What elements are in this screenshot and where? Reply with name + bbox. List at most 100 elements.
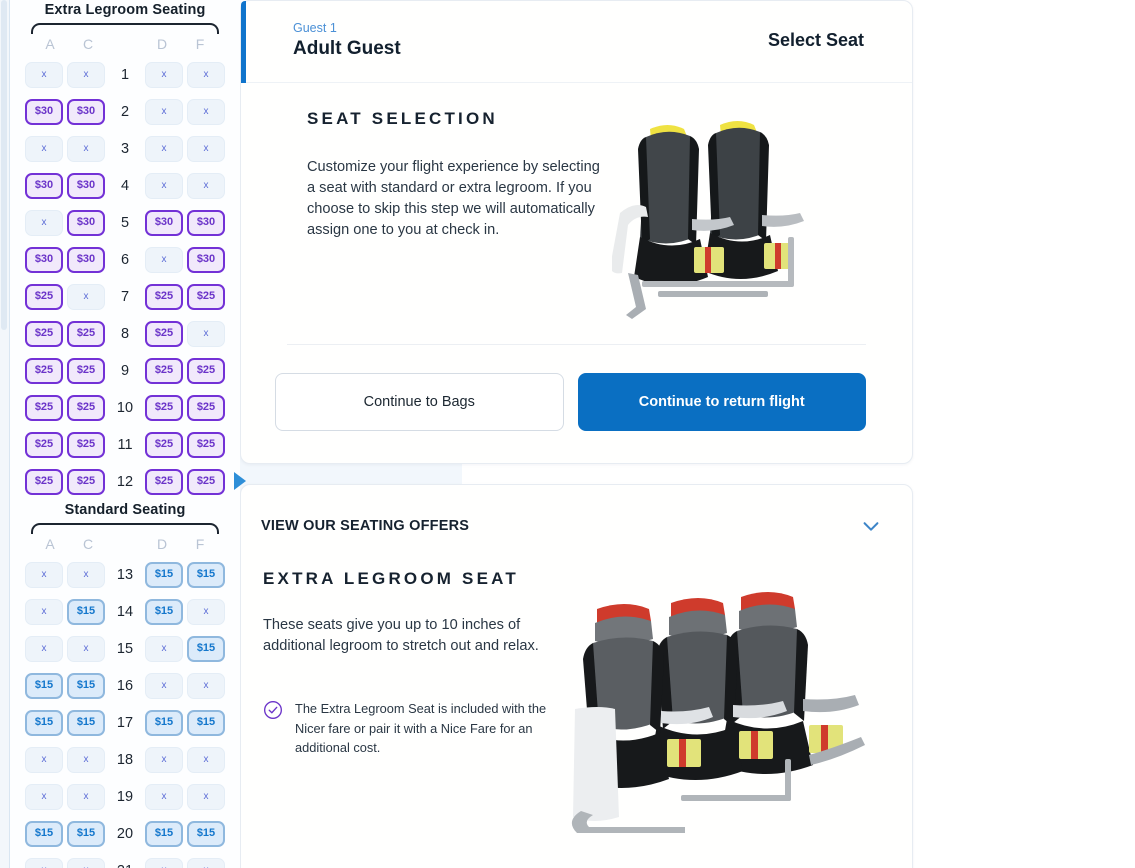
seat-unavailable: x xyxy=(187,320,225,347)
seat-available[interactable]: $30 xyxy=(67,98,105,125)
seat-available[interactable]: $30 xyxy=(145,209,183,236)
seat-unavailable: x xyxy=(67,635,105,662)
seat-available[interactable]: $15 xyxy=(187,635,225,662)
seat-available[interactable]: $25 xyxy=(187,431,225,458)
seat-row: $30 $30 2 x x xyxy=(10,93,240,130)
seat-available[interactable]: $15 xyxy=(145,709,183,736)
seat-available[interactable]: $15 xyxy=(145,598,183,625)
seat-available[interactable]: $25 xyxy=(145,468,183,495)
seat-available[interactable]: $15 xyxy=(25,709,63,736)
seat-available[interactable]: $30 xyxy=(25,246,63,273)
continue-to-return-flight-button[interactable]: Continue to return flight xyxy=(577,373,866,431)
seat-available[interactable]: $25 xyxy=(145,283,183,310)
row-number: 20 xyxy=(116,825,134,842)
seat-available[interactable]: $25 xyxy=(187,468,225,495)
seat-selection-text: SEAT SELECTION Customize your flight exp… xyxy=(307,103,607,320)
standard-seat-image xyxy=(563,569,912,839)
seat-available[interactable]: $15 xyxy=(67,598,105,625)
seat-unavailable: x xyxy=(187,598,225,625)
seat-row: xx1xx xyxy=(10,56,240,93)
seat-section-bracket xyxy=(31,523,219,534)
seat-unavailable: x xyxy=(25,783,63,810)
seat-available[interactable]: $25 xyxy=(25,431,63,458)
select-seat-button[interactable]: Select Seat xyxy=(768,30,864,51)
seat-unavailable: x xyxy=(187,857,225,868)
seat-available[interactable]: $30 xyxy=(67,209,105,236)
seat-available[interactable]: $25 xyxy=(187,357,225,384)
seat-available[interactable]: $30 xyxy=(25,172,63,199)
row-number: 9 xyxy=(120,362,130,379)
seat-available[interactable]: $15 xyxy=(67,709,105,736)
seat-available[interactable]: $15 xyxy=(187,820,225,847)
seat-available[interactable]: $25 xyxy=(145,431,183,458)
seat-available[interactable]: $25 xyxy=(187,394,225,421)
seat-unavailable: x xyxy=(25,598,63,625)
seat-available[interactable]: $15 xyxy=(187,561,225,588)
seat-row: x $15 14 $15 x xyxy=(10,593,240,630)
offer-text: EXTRA LEGROOM SEAT These seats give you … xyxy=(263,569,563,839)
seat-available[interactable]: $15 xyxy=(25,820,63,847)
seat-available[interactable]: $15 xyxy=(187,709,225,736)
seat-available[interactable]: $15 xyxy=(145,561,183,588)
extra-legroom-seat-pair-photo xyxy=(611,121,804,319)
row-number: 14 xyxy=(116,603,134,620)
row-number: 5 xyxy=(120,214,130,231)
extra-legroom-offer: EXTRA LEGROOM SEAT These seats give you … xyxy=(241,537,912,839)
seat-section-title: Extra Legroom Seating xyxy=(44,2,206,18)
row-number: 4 xyxy=(120,177,130,194)
seat-row: $25 $25 9 $25 $25 xyxy=(10,352,240,389)
seat-selection-card: Guest 1 Adult Guest Select Seat SEAT SEL… xyxy=(240,0,913,464)
seat-available[interactable]: $30 xyxy=(187,209,225,236)
seat-available[interactable]: $25 xyxy=(145,357,183,384)
seat-unavailable: x xyxy=(67,783,105,810)
seat-row: $25 $25 10 $25 $25 xyxy=(10,389,240,426)
seat-unavailable: x xyxy=(25,61,63,88)
seat-row: $15 $15 20 $15 $15 xyxy=(10,815,240,852)
page-scrollbar[interactable] xyxy=(0,0,9,868)
seat-selection-body: SEAT SELECTION Customize your flight exp… xyxy=(241,83,912,320)
seat-pair-image xyxy=(607,103,866,320)
seat-unavailable: x xyxy=(67,61,105,88)
seat-available[interactable]: $30 xyxy=(25,98,63,125)
seat-available[interactable]: $25 xyxy=(187,283,225,310)
row-number: 10 xyxy=(116,399,134,416)
seat-available[interactable]: $25 xyxy=(145,394,183,421)
row-number: 2 xyxy=(120,103,130,120)
seat-row: xx21xx xyxy=(10,852,240,868)
seat-available[interactable]: $30 xyxy=(67,172,105,199)
seat-available[interactable]: $25 xyxy=(67,468,105,495)
scrollbar-divider xyxy=(9,0,10,868)
seat-unavailable: x xyxy=(187,783,225,810)
seat-row: $15 $15 17 $15 $15 xyxy=(10,704,240,741)
seat-available[interactable]: $25 xyxy=(67,431,105,458)
seat-available[interactable]: $25 xyxy=(145,320,183,347)
seat-available[interactable]: $30 xyxy=(67,246,105,273)
row-number: 8 xyxy=(120,325,130,342)
seat-available[interactable]: $15 xyxy=(145,820,183,847)
continue-to-bags-button[interactable]: Continue to Bags xyxy=(275,373,564,431)
seat-available[interactable]: $25 xyxy=(25,283,63,310)
seat-available[interactable]: $30 xyxy=(187,246,225,273)
offer-note-text: The Extra Legroom Seat is included with … xyxy=(295,701,547,755)
seat-available[interactable]: $25 xyxy=(67,357,105,384)
seat-available[interactable]: $25 xyxy=(67,394,105,421)
seat-available[interactable]: $15 xyxy=(67,820,105,847)
seating-offers-header[interactable]: VIEW OUR SEATING OFFERS xyxy=(241,485,912,537)
seat-available[interactable]: $25 xyxy=(25,357,63,384)
seat-available[interactable]: $25 xyxy=(25,320,63,347)
seat-available[interactable]: $25 xyxy=(25,468,63,495)
column-header-A: A xyxy=(45,36,55,52)
seat-available[interactable]: $15 xyxy=(67,672,105,699)
next-rows-arrow[interactable] xyxy=(234,472,246,490)
chevron-down-icon[interactable] xyxy=(860,515,882,537)
column-header-A: A xyxy=(45,536,55,552)
offer-title: EXTRA LEGROOM SEAT xyxy=(263,569,519,588)
seat-available[interactable]: $25 xyxy=(25,394,63,421)
seat-available[interactable]: $25 xyxy=(67,320,105,347)
seat-unavailable: x xyxy=(67,561,105,588)
seat-unavailable: x xyxy=(145,135,183,162)
action-buttons: Continue to Bags Continue to return flig… xyxy=(241,345,912,463)
column-header-F: F xyxy=(195,36,205,52)
seat-available[interactable]: $15 xyxy=(25,672,63,699)
scrollbar-thumb[interactable] xyxy=(1,0,7,330)
